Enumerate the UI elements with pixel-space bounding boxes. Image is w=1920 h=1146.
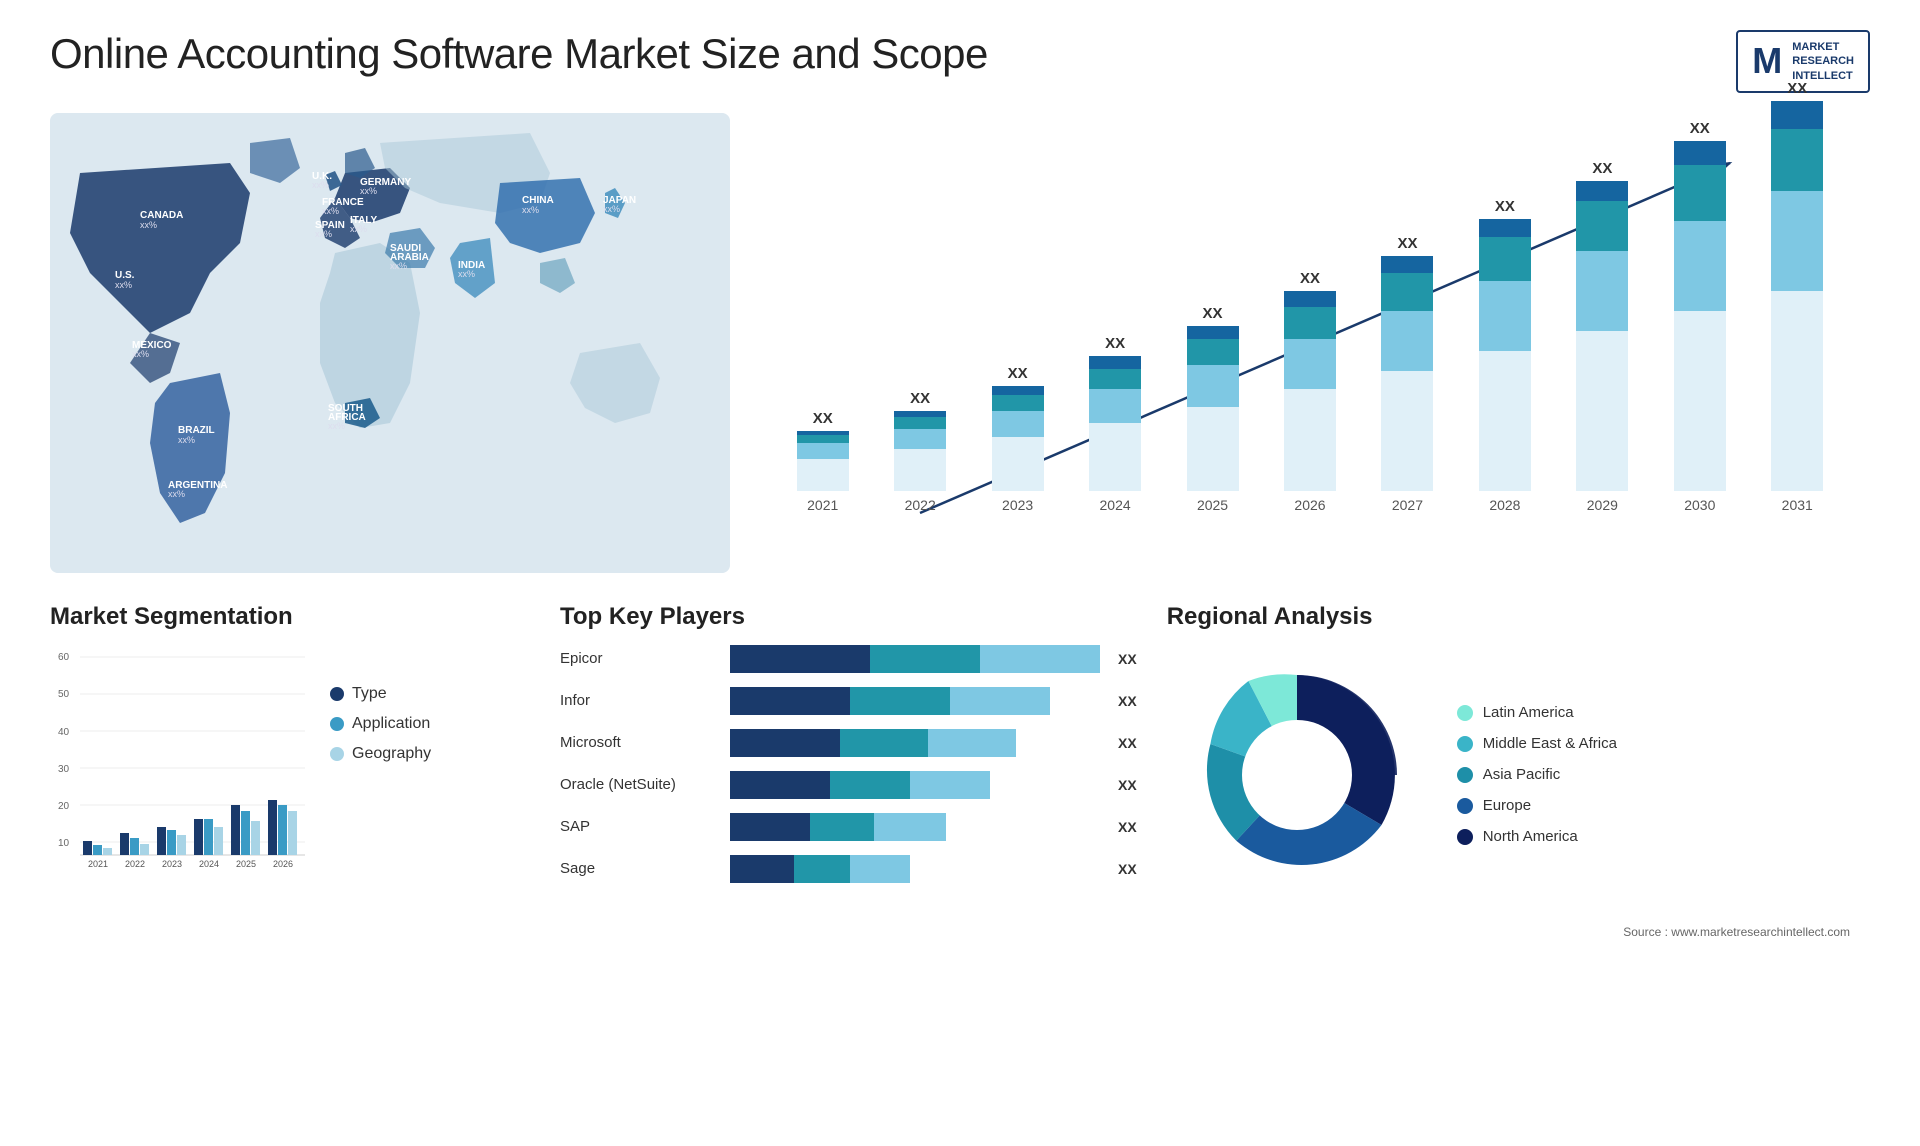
player-name: SAP	[560, 818, 720, 835]
regional-legend: Latin America Middle East & Africa Asia …	[1457, 704, 1617, 845]
bar-2029: XX 2029	[1560, 160, 1645, 513]
player-name: Sage	[560, 860, 720, 877]
svg-text:xx%: xx%	[328, 421, 345, 431]
player-value: XX	[1118, 735, 1137, 751]
growth-bar-chart: XX 2021 XX	[750, 113, 1870, 573]
svg-text:xx%: xx%	[322, 206, 339, 216]
player-bar	[730, 645, 1100, 673]
svg-text:xx%: xx%	[168, 489, 185, 499]
bar-2023: XX 2023	[975, 365, 1060, 513]
player-value: XX	[1118, 819, 1137, 835]
player-value: XX	[1118, 693, 1137, 709]
dot-europe	[1457, 798, 1473, 814]
dot-north-america	[1457, 829, 1473, 845]
legend-asia-pacific: Asia Pacific	[1457, 766, 1617, 783]
svg-text:xx%: xx%	[132, 349, 149, 359]
svg-text:xx%: xx%	[312, 180, 329, 190]
svg-text:xx%: xx%	[178, 435, 195, 445]
svg-text:xx%: xx%	[350, 224, 367, 234]
player-value: XX	[1118, 777, 1137, 793]
svg-text:xx%: xx%	[522, 205, 539, 215]
player-name: Oracle (NetSuite)	[560, 776, 720, 793]
svg-text:2025: 2025	[236, 859, 256, 869]
svg-text:xx%: xx%	[315, 229, 332, 239]
player-value: XX	[1118, 861, 1137, 877]
player-bar	[730, 729, 1100, 757]
player-row-sap: SAP XX	[560, 813, 1137, 841]
segmentation-legend: Type Application Geography	[330, 645, 431, 763]
player-row-sage: Sage XX	[560, 855, 1137, 883]
svg-text:60: 60	[58, 652, 70, 663]
legend-dot-geography	[330, 747, 344, 761]
svg-text:xx%: xx%	[390, 261, 407, 271]
svg-text:2022: 2022	[125, 859, 145, 869]
segmentation-chart: 60 50 40 30 20 10	[50, 645, 310, 875]
legend-latin-america: Latin America	[1457, 704, 1617, 721]
svg-text:40: 40	[58, 727, 70, 738]
svg-text:2024: 2024	[199, 859, 219, 869]
bar-2021: XX 2021	[780, 410, 865, 513]
top-key-players: Top Key Players Epicor XX Infor XX	[560, 603, 1137, 939]
legend-dot-type	[330, 687, 344, 701]
segmentation-title: Market Segmentation	[50, 603, 530, 631]
svg-text:xx%: xx%	[458, 269, 475, 279]
legend-application: Application	[330, 715, 431, 733]
bar-2022: XX 2022	[877, 390, 962, 513]
player-row-infor: Infor XX	[560, 687, 1137, 715]
player-name: Infor	[560, 692, 720, 709]
player-bar	[730, 771, 1100, 799]
legend-europe: Europe	[1457, 797, 1617, 814]
player-value: XX	[1118, 651, 1137, 667]
bar-2027: XX 2027	[1365, 235, 1450, 513]
svg-text:10: 10	[58, 838, 70, 849]
dot-middle-east	[1457, 736, 1473, 752]
svg-text:2023: 2023	[162, 859, 182, 869]
svg-text:xx%: xx%	[603, 204, 620, 214]
bar-2024: XX 2024	[1072, 335, 1157, 513]
player-name: Epicor	[560, 650, 720, 667]
player-name: Microsoft	[560, 734, 720, 751]
svg-text:30: 30	[58, 764, 70, 775]
page-container: Online Accounting Software Market Size a…	[0, 0, 1920, 1146]
player-bar	[730, 813, 1100, 841]
bar-2028: XX 2028	[1462, 198, 1547, 513]
player-bar	[730, 687, 1100, 715]
logo-text: MARKET RESEARCH INTELLECT	[1792, 40, 1854, 83]
legend-middle-east: Middle East & Africa	[1457, 735, 1617, 752]
svg-text:xx%: xx%	[115, 280, 132, 290]
svg-text:20: 20	[58, 801, 70, 812]
legend-type: Type	[330, 685, 431, 703]
header: Online Accounting Software Market Size a…	[50, 30, 1870, 93]
logo-letter: M	[1752, 40, 1782, 82]
dot-latin-america	[1457, 705, 1473, 721]
player-row-microsoft: Microsoft XX	[560, 729, 1137, 757]
bar-2031: XX 2031	[1755, 80, 1840, 513]
regional-analysis: Regional Analysis	[1167, 603, 1870, 939]
legend-dot-application	[330, 717, 344, 731]
donut-chart	[1167, 645, 1427, 905]
regional-title: Regional Analysis	[1167, 603, 1870, 631]
top-section: CANADA xx% U.S. xx% MEXICO xx% BRAZIL xx…	[50, 113, 1870, 573]
svg-text:xx%: xx%	[140, 220, 157, 230]
legend-north-america: North America	[1457, 828, 1617, 845]
svg-text:2026: 2026	[273, 859, 293, 869]
source-text: Source : www.marketresearchintellect.com	[1167, 925, 1870, 939]
market-segmentation: Market Segmentation 60 50 40 30 20 10	[50, 603, 530, 939]
bar-2025: XX 2025	[1170, 305, 1255, 513]
legend-geography: Geography	[330, 745, 431, 763]
world-map: CANADA xx% U.S. xx% MEXICO xx% BRAZIL xx…	[50, 113, 730, 573]
page-title: Online Accounting Software Market Size a…	[50, 30, 988, 78]
dot-asia-pacific	[1457, 767, 1473, 783]
regional-content: Latin America Middle East & Africa Asia …	[1167, 645, 1870, 905]
bar-2030: XX 2030	[1657, 120, 1742, 513]
bottom-section: Market Segmentation 60 50 40 30 20 10	[50, 603, 1870, 939]
player-row-oracle: Oracle (NetSuite) XX	[560, 771, 1137, 799]
svg-text:50: 50	[58, 689, 70, 700]
players-title: Top Key Players	[560, 603, 1137, 631]
player-row-epicor: Epicor XX	[560, 645, 1137, 673]
svg-text:2021: 2021	[88, 859, 108, 869]
player-bar	[730, 855, 1100, 883]
svg-text:xx%: xx%	[360, 186, 377, 196]
bar-2026: XX 2026	[1267, 270, 1352, 513]
